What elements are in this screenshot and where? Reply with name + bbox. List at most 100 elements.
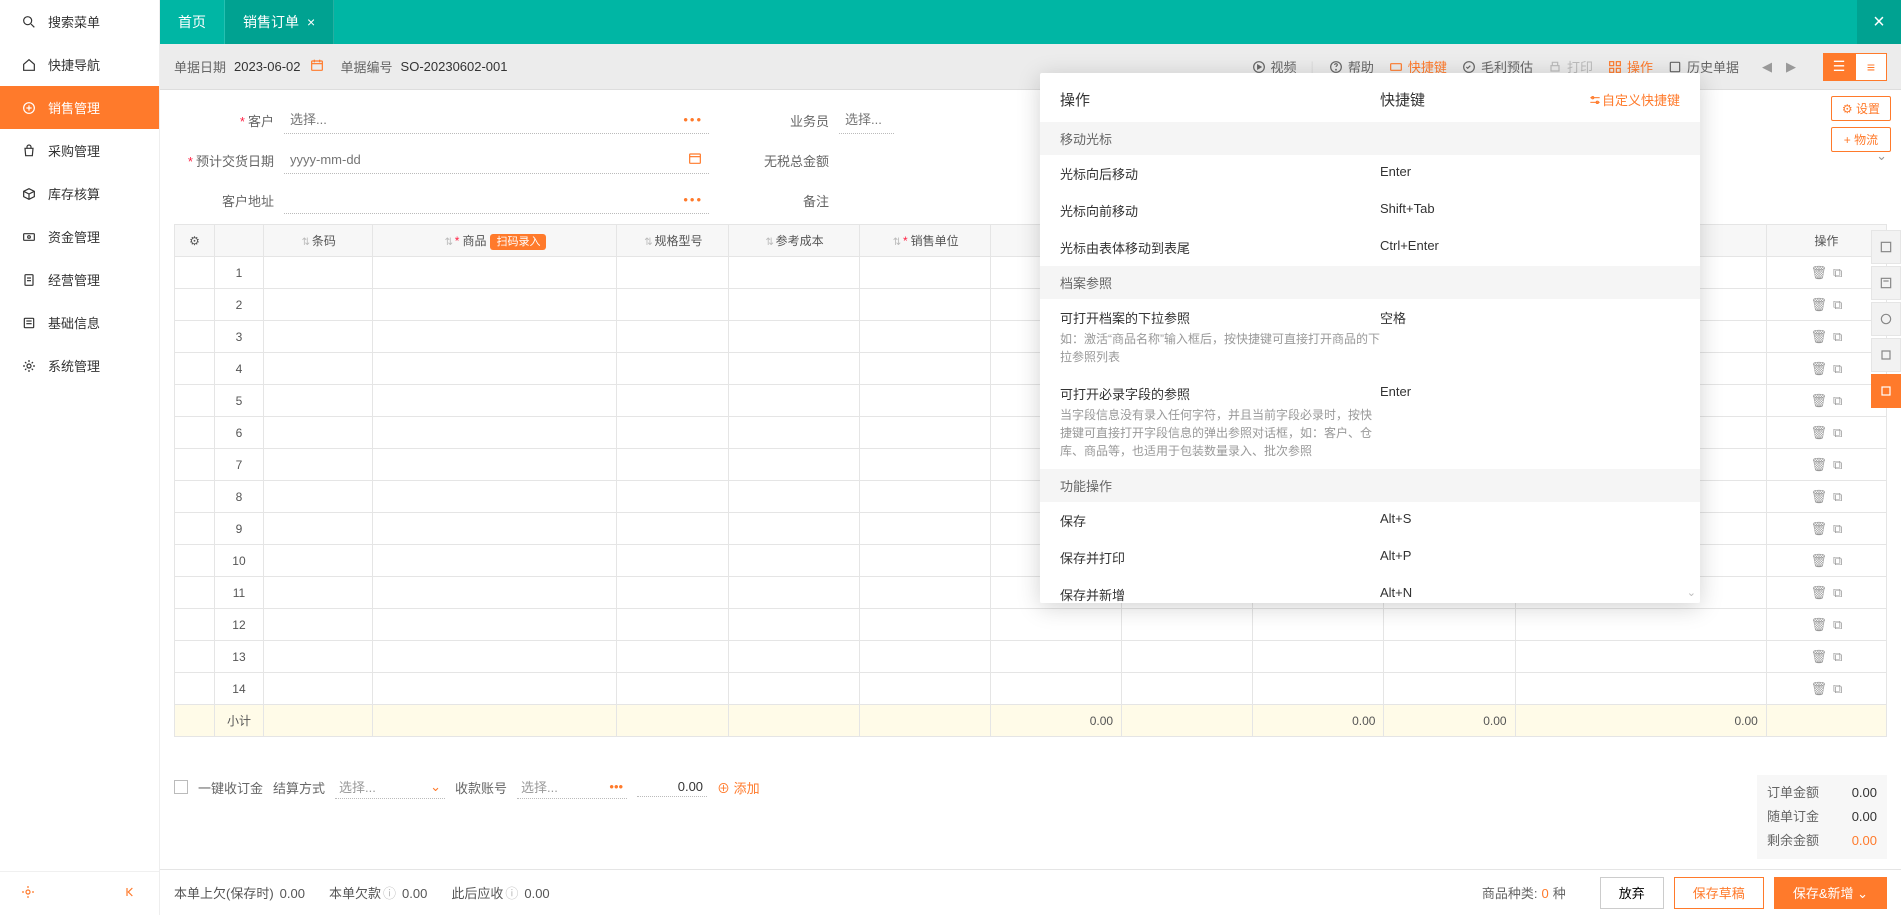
col-cost[interactable]: ⇅参考成本	[728, 225, 859, 257]
copy-icon[interactable]: ⧉	[1833, 265, 1842, 280]
deposit-checkbox[interactable]	[174, 780, 188, 794]
nav-next-icon[interactable]: ▶	[1781, 59, 1801, 75]
gear-icon	[20, 357, 38, 375]
sidebar-item-label: 系统管理	[48, 356, 100, 375]
sales-icon	[20, 99, 38, 117]
float-rail	[1871, 230, 1901, 408]
sidebar-item-business[interactable]: 经营管理	[0, 258, 159, 301]
copy-icon[interactable]: ⧉	[1833, 649, 1842, 664]
copy-icon[interactable]: ⧉	[1833, 617, 1842, 632]
copy-icon[interactable]: ⧉	[1833, 425, 1842, 440]
copy-icon[interactable]: ⧉	[1833, 361, 1842, 376]
table-row[interactable]: 14 🗑⧉	[175, 673, 1887, 705]
copy-icon[interactable]: ⧉	[1833, 393, 1842, 408]
delete-icon[interactable]: 🗑	[1811, 649, 1828, 664]
rail-btn-1[interactable]	[1871, 230, 1901, 264]
delete-icon[interactable]: 🗑	[1811, 521, 1828, 536]
save-draft-button[interactable]: 保存草稿	[1674, 877, 1764, 909]
sidebar-item-system[interactable]: 系统管理	[0, 344, 159, 387]
col-unit[interactable]: ⇅*销售单位	[859, 225, 990, 257]
copy-icon[interactable]: ⧉	[1833, 585, 1842, 600]
delete-icon[interactable]: 🗑	[1811, 681, 1828, 696]
sp-section-header: 功能操作	[1040, 469, 1700, 502]
rail-btn-3[interactable]	[1871, 302, 1901, 336]
delete-icon[interactable]: 🗑	[1811, 265, 1828, 280]
settle-select[interactable]: 选择...⌄	[335, 775, 445, 799]
sales-input[interactable]	[839, 106, 894, 134]
delete-icon[interactable]: 🗑	[1811, 585, 1828, 600]
sp-section-header: 档案参照	[1040, 266, 1700, 299]
sp-row: 光标向后移动Enter	[1040, 155, 1700, 192]
more-icon[interactable]: •••	[683, 192, 703, 207]
add-link[interactable]: ⊕ 添加	[717, 778, 760, 797]
calendar-icon[interactable]	[309, 57, 325, 76]
copy-icon[interactable]: ⧉	[1833, 553, 1842, 568]
table-row[interactable]: 13 🗑⧉	[175, 641, 1887, 673]
sidebar-item-quicknav[interactable]: 快捷导航	[0, 43, 159, 86]
search-menu[interactable]: 搜索菜单	[0, 0, 159, 43]
delete-icon[interactable]: 🗑	[1811, 361, 1828, 376]
close-icon[interactable]: ×	[307, 14, 315, 30]
tabbar-close[interactable]: ×	[1857, 0, 1901, 44]
sidebar-item-funds[interactable]: 资金管理	[0, 215, 159, 258]
sp-row: 光标向前移动Shift+Tab	[1040, 192, 1700, 229]
copy-icon[interactable]: ⧉	[1833, 297, 1842, 312]
table-row[interactable]: 12 🗑⧉	[175, 609, 1887, 641]
clipboard-icon	[20, 271, 38, 289]
discard-button[interactable]: 放弃	[1600, 877, 1664, 909]
settings-icon[interactable]	[20, 884, 36, 903]
delete-icon[interactable]: 🗑	[1811, 297, 1828, 312]
copy-icon[interactable]: ⧉	[1833, 681, 1842, 696]
col-spec[interactable]: ⇅规格型号	[617, 225, 728, 257]
col-op: 操作	[1766, 225, 1886, 257]
copy-icon[interactable]: ⧉	[1833, 489, 1842, 504]
prev-owe: 本单上欠(保存时)0.00	[174, 883, 305, 902]
save-new-button[interactable]: 保存&新增 ⌄	[1774, 877, 1887, 909]
rail-btn-5[interactable]	[1871, 374, 1901, 408]
col-product[interactable]: ⇅*商品扫码录入	[372, 225, 617, 257]
addr-input[interactable]: •••	[284, 186, 709, 214]
sidebar-item-purchase[interactable]: 采购管理	[0, 129, 159, 172]
sidebar-item-sales[interactable]: 销售管理	[0, 86, 159, 129]
account-select[interactable]: 选择...•••	[517, 775, 627, 799]
tab-sales-order[interactable]: 销售订单 ×	[225, 0, 334, 44]
delete-icon[interactable]: 🗑	[1811, 329, 1828, 344]
doc-date-value[interactable]: 2023-06-02	[234, 59, 301, 74]
nav-prev-icon[interactable]: ◀	[1757, 59, 1777, 75]
sidebar-item-baseinfo[interactable]: 基础信息	[0, 301, 159, 344]
rail-btn-4[interactable]	[1871, 338, 1901, 372]
scan-badge[interactable]: 扫码录入	[490, 234, 546, 250]
delete-icon[interactable]: 🗑	[1811, 425, 1828, 440]
tab-home[interactable]: 首页	[160, 0, 225, 44]
col-gear[interactable]: ⚙	[175, 225, 215, 257]
col-code[interactable]: ⇅条码	[263, 225, 372, 257]
more-icon[interactable]: •••	[683, 112, 703, 127]
delete-icon[interactable]: 🗑	[1811, 457, 1828, 472]
sp-row: 光标由表体移动到表尾Ctrl+Enter	[1040, 229, 1700, 266]
below-amount[interactable]: 0.00	[637, 777, 707, 797]
delete-icon[interactable]: 🗑	[1811, 617, 1828, 632]
calendar-icon[interactable]	[687, 150, 703, 169]
sp-section-header: 移动光标	[1040, 122, 1700, 155]
custom-shortcut-link[interactable]: 自定义快捷键	[1588, 90, 1680, 109]
delete-icon[interactable]: 🗑	[1811, 553, 1828, 568]
sidebar-footer	[0, 871, 159, 915]
customer-input[interactable]: •••	[284, 106, 709, 134]
layout-toggle-1[interactable]: ☰	[1823, 53, 1855, 81]
layout-toggle-2[interactable]: ≡	[1855, 53, 1887, 81]
sidebar-item-inventory[interactable]: 库存核算	[0, 172, 159, 215]
scroll-down-icon[interactable]: ⌄	[1687, 586, 1696, 599]
rail-btn-2[interactable]	[1871, 266, 1901, 300]
copy-icon[interactable]: ⧉	[1833, 329, 1842, 344]
sp-row: 可打开必录字段的参照当字段信息没有录入任何字符，并且当前字段必录时，按快捷键可直…	[1040, 375, 1700, 469]
delete-icon[interactable]: 🗑	[1811, 489, 1828, 504]
chevron-down-icon[interactable]: ⌄	[1876, 148, 1887, 164]
collapse-icon[interactable]	[123, 884, 139, 903]
amount-label: 无税总金额	[709, 151, 839, 170]
copy-icon[interactable]: ⧉	[1833, 521, 1842, 536]
settings-button[interactable]: ⚙ 设置	[1831, 96, 1891, 121]
deliver-input[interactable]	[284, 146, 709, 174]
totals-box: 订单金额0.00 随单订金0.00 剩余金额0.00	[1757, 775, 1887, 859]
delete-icon[interactable]: 🗑	[1811, 393, 1828, 408]
copy-icon[interactable]: ⧉	[1833, 457, 1842, 472]
